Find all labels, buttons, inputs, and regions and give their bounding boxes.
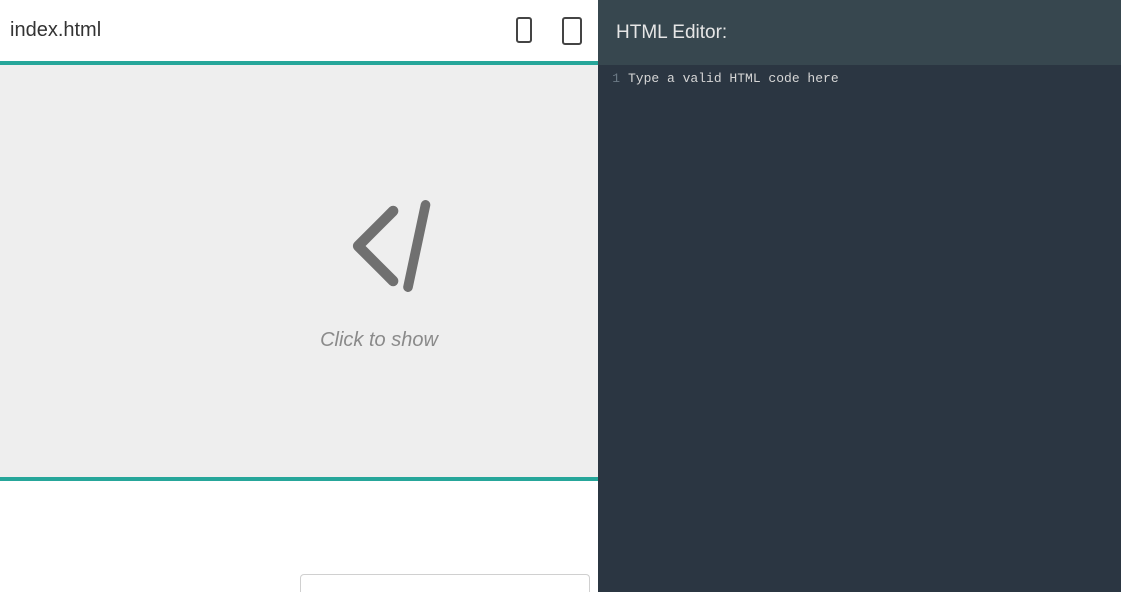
preview-hint: Click to show [320,329,438,352]
editor-pane: HTML Editor: 1 Type a valid HTML code he… [598,0,1121,592]
editor-title: HTML Editor: [598,0,1121,65]
editor-body: 1 Type a valid HTML code here [598,65,1121,592]
bottom-area [0,481,598,592]
filename-label: index.html [10,19,516,42]
left-pane: index.html Click to show [0,0,598,592]
phone-icon[interactable] [516,17,532,43]
toolbar: index.html [0,0,598,65]
app-root: index.html Click to show HTML Editor: 1 [0,0,1121,592]
line-gutter: 1 [598,71,628,592]
code-icon [345,191,485,301]
tablet-icon[interactable] [562,17,582,45]
code-input[interactable]: Type a valid HTML code here [628,71,1121,592]
line-number: 1 [598,71,620,86]
bottom-input[interactable] [300,574,590,592]
device-icons-group [516,17,588,45]
preview-area[interactable]: Click to show [0,65,598,481]
